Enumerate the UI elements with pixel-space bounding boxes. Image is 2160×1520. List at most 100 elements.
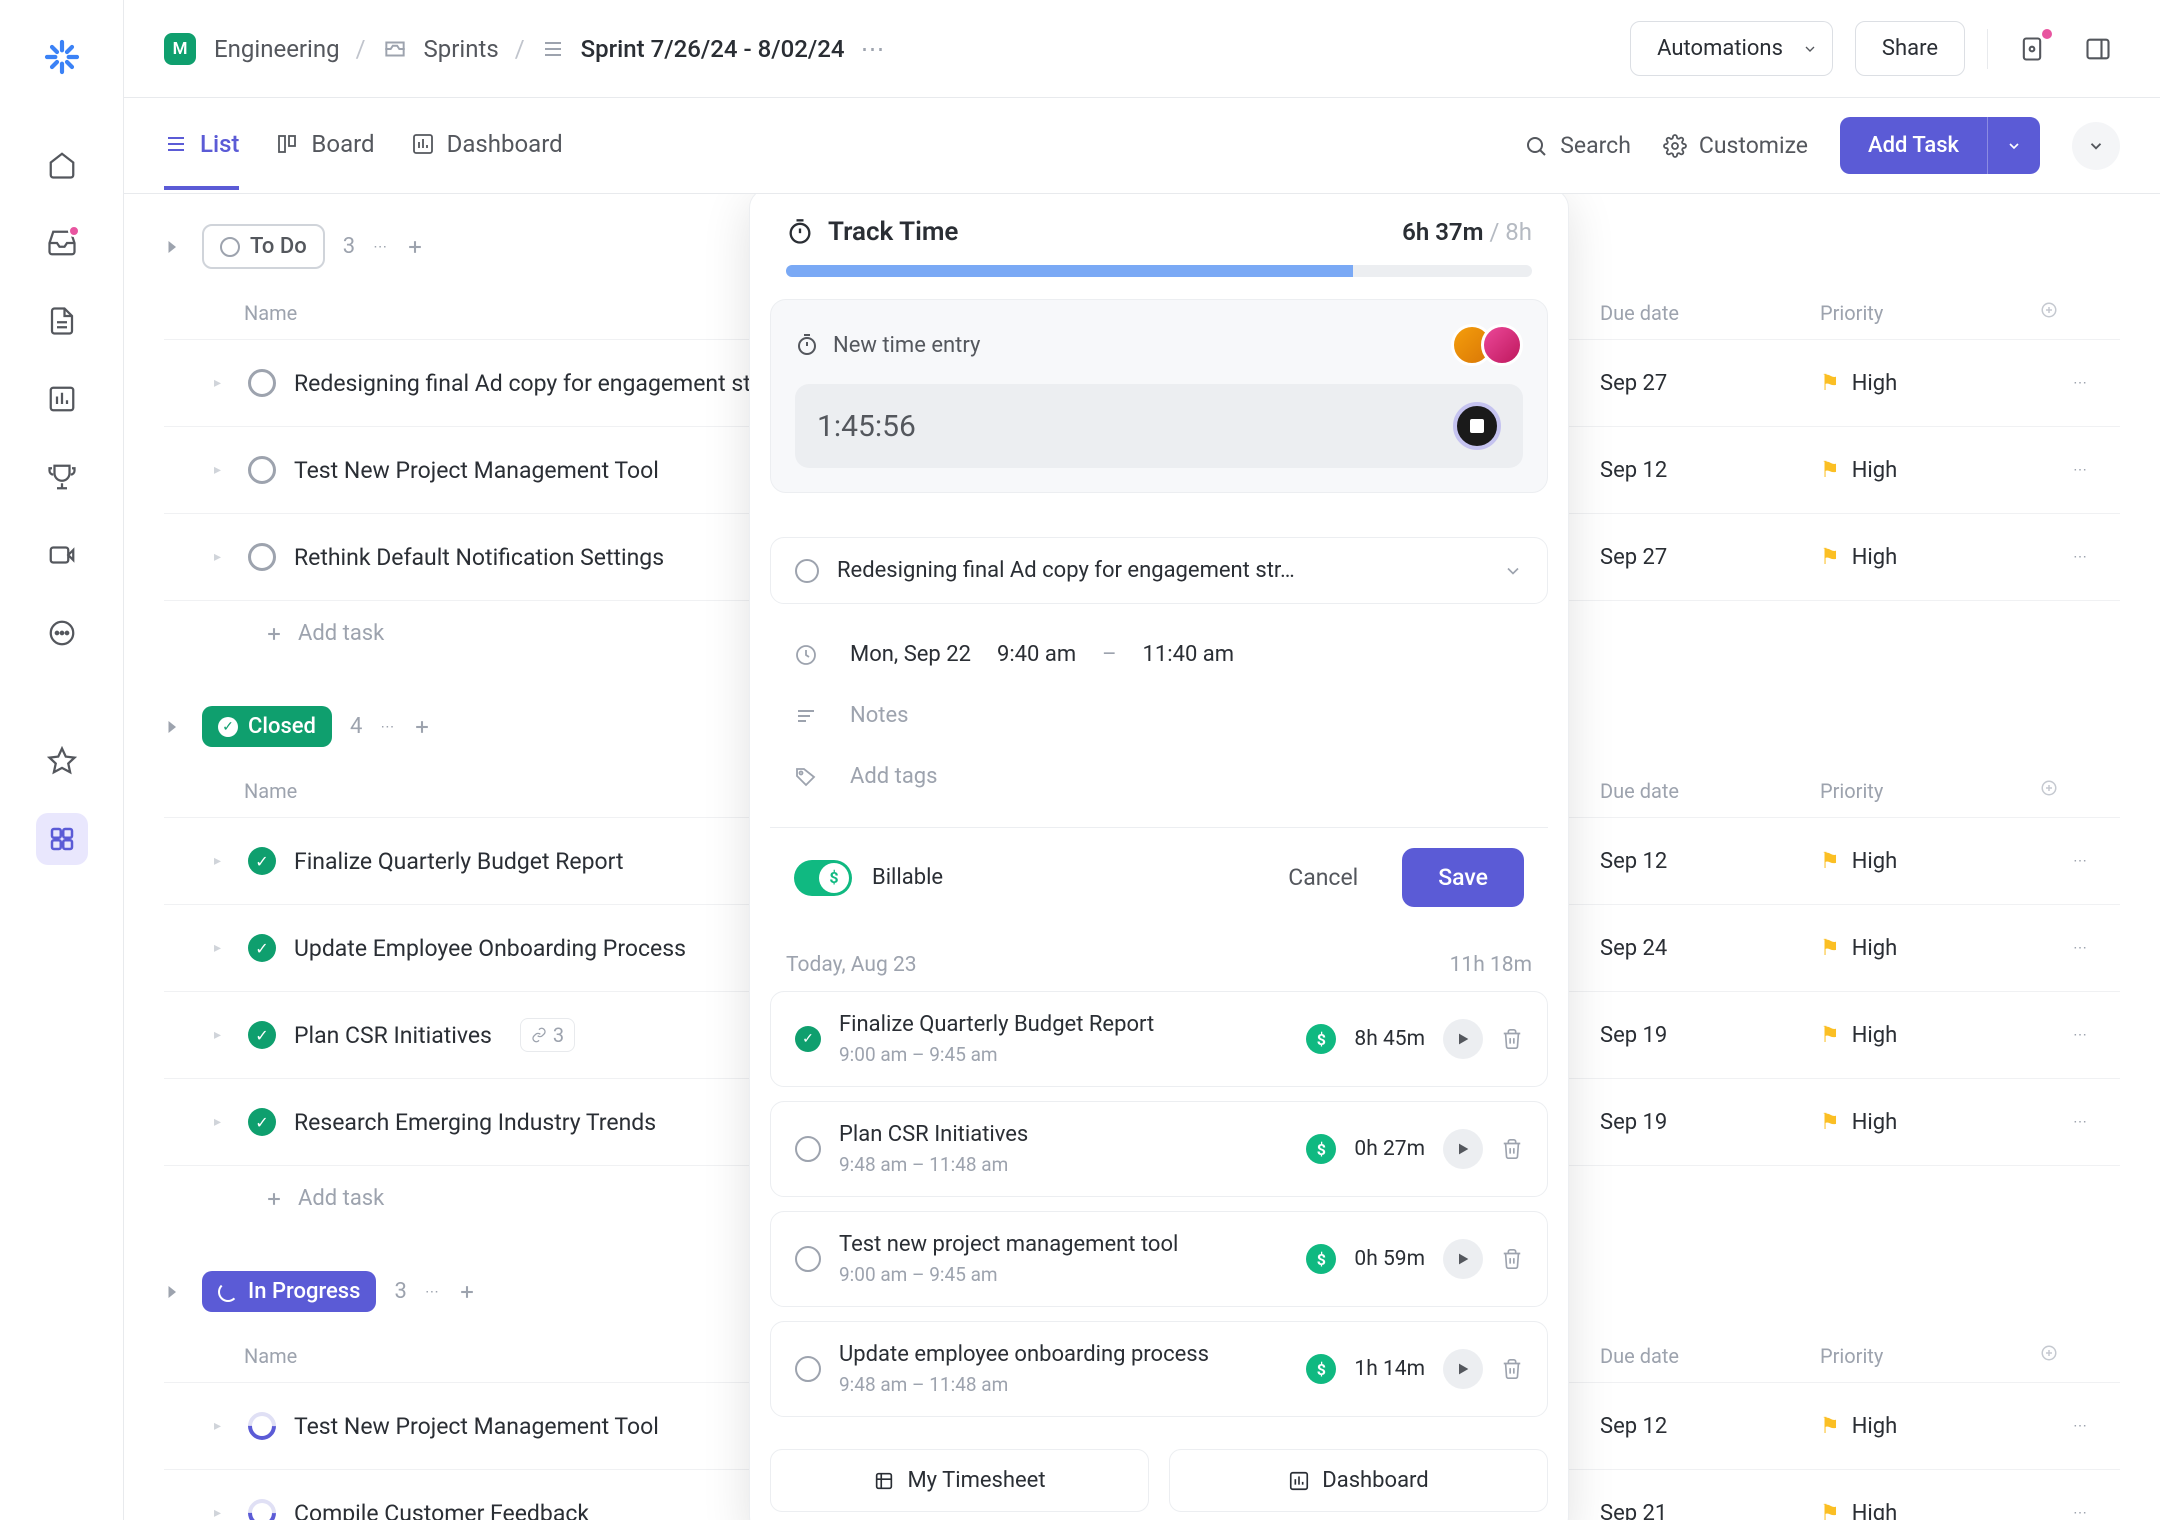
tags-field[interactable]: Add tags bbox=[794, 746, 1524, 807]
expand-icon[interactable]: ▸ bbox=[214, 1027, 230, 1043]
add-task-button[interactable]: Add Task bbox=[1840, 117, 1987, 174]
expand-icon[interactable]: ▸ bbox=[214, 375, 230, 391]
view-tab-list[interactable]: List bbox=[164, 102, 239, 190]
due-date[interactable]: Sep 19 bbox=[1600, 1110, 1820, 1135]
status-check-icon[interactable]: ✓ bbox=[248, 1021, 276, 1049]
delete-icon[interactable] bbox=[1501, 1358, 1523, 1380]
docs-icon[interactable] bbox=[36, 295, 88, 347]
dashboard-button[interactable]: Dashboard bbox=[1169, 1449, 1548, 1512]
due-date[interactable]: Sep 24 bbox=[1600, 936, 1820, 961]
stop-timer-button[interactable] bbox=[1453, 402, 1501, 450]
play-icon[interactable] bbox=[1443, 1349, 1483, 1389]
status-pill[interactable]: In Progress bbox=[202, 1271, 376, 1312]
time-entry[interactable]: Test new project management tool 9:00 am… bbox=[770, 1211, 1548, 1307]
view-tab-board[interactable]: Board bbox=[275, 102, 374, 190]
due-date[interactable]: Sep 27 bbox=[1600, 545, 1820, 570]
row-more-icon[interactable]: ⋯ bbox=[2040, 1418, 2120, 1434]
priority[interactable]: ⚑High bbox=[1820, 1110, 2040, 1135]
share-button[interactable]: Share bbox=[1855, 21, 1965, 76]
col-add[interactable] bbox=[2040, 1344, 2120, 1368]
status-ring-icon[interactable] bbox=[248, 456, 276, 484]
group-more-icon[interactable]: ⋯ bbox=[380, 719, 394, 735]
workspace-badge[interactable]: M bbox=[164, 33, 196, 65]
priority[interactable]: ⚑High bbox=[1820, 371, 2040, 396]
due-date[interactable]: Sep 12 bbox=[1600, 849, 1820, 874]
date-range-field[interactable]: Mon, Sep 22 9:40 am – 11:40 am bbox=[794, 624, 1524, 685]
priority[interactable]: ⚑High bbox=[1820, 545, 2040, 570]
cancel-button[interactable]: Cancel bbox=[1264, 850, 1382, 905]
status-check-icon[interactable]: ✓ bbox=[248, 1108, 276, 1136]
expand-icon[interactable]: ▸ bbox=[214, 462, 230, 478]
automations-dropdown[interactable] bbox=[1788, 21, 1833, 76]
delete-icon[interactable] bbox=[1501, 1138, 1523, 1160]
row-more-icon[interactable]: ⋯ bbox=[2040, 940, 2120, 956]
group-more-icon[interactable]: ⋯ bbox=[373, 239, 387, 255]
automations-button[interactable]: Automations bbox=[1630, 21, 1810, 76]
collapse-icon[interactable] bbox=[164, 718, 184, 736]
expand-icon[interactable]: ▸ bbox=[214, 940, 230, 956]
priority[interactable]: ⚑High bbox=[1820, 1414, 2040, 1439]
expand-icon[interactable]: ▸ bbox=[214, 549, 230, 565]
expand-icon[interactable]: ▸ bbox=[214, 1114, 230, 1130]
inbox-icon[interactable] bbox=[36, 217, 88, 269]
group-add-icon[interactable] bbox=[405, 237, 425, 257]
save-button[interactable]: Save bbox=[1402, 848, 1524, 907]
due-date[interactable]: Sep 19 bbox=[1600, 1023, 1820, 1048]
breadcrumb-list[interactable]: Sprint 7/26/24 - 8/02/24 bbox=[581, 35, 845, 63]
subtask-chip[interactable]: 3 bbox=[520, 1018, 575, 1052]
notes-field[interactable]: Notes bbox=[794, 685, 1524, 746]
group-add-icon[interactable] bbox=[412, 717, 432, 737]
play-icon[interactable] bbox=[1443, 1239, 1483, 1279]
panel-icon[interactable] bbox=[2076, 27, 2120, 71]
app-logo[interactable] bbox=[40, 35, 84, 79]
breadcrumb-more-icon[interactable]: ⋯ bbox=[861, 35, 885, 63]
status-check-icon[interactable]: ✓ bbox=[248, 934, 276, 962]
breadcrumb-workspace[interactable]: Engineering bbox=[214, 35, 340, 63]
time-entry[interactable]: Plan CSR Initiatives 9:48 am – 11:48 am … bbox=[770, 1101, 1548, 1197]
priority[interactable]: ⚑High bbox=[1820, 458, 2040, 483]
goals-icon[interactable] bbox=[36, 451, 88, 503]
delete-icon[interactable] bbox=[1501, 1028, 1523, 1050]
col-add[interactable] bbox=[2040, 301, 2120, 325]
time-entry[interactable]: Update employee onboarding process 9:48 … bbox=[770, 1321, 1548, 1417]
status-pill[interactable]: ✓Closed bbox=[202, 706, 332, 747]
billable-icon[interactable]: $ bbox=[1306, 1134, 1336, 1164]
row-more-icon[interactable]: ⋯ bbox=[2040, 1114, 2120, 1130]
notifications-icon[interactable] bbox=[2010, 27, 2054, 71]
status-progress-icon[interactable] bbox=[242, 1493, 282, 1520]
entry-avatars[interactable] bbox=[1451, 324, 1523, 366]
my-timesheet-button[interactable]: My Timesheet bbox=[770, 1449, 1149, 1512]
view-tab-dashboard[interactable]: Dashboard bbox=[411, 102, 563, 190]
row-more-icon[interactable]: ⋯ bbox=[2040, 549, 2120, 565]
due-date[interactable]: Sep 12 bbox=[1600, 1414, 1820, 1439]
delete-icon[interactable] bbox=[1501, 1248, 1523, 1270]
favorites-icon[interactable] bbox=[36, 735, 88, 787]
breadcrumb-folder[interactable]: Sprints bbox=[424, 35, 499, 63]
priority[interactable]: ⚑High bbox=[1820, 936, 2040, 961]
priority[interactable]: ⚑High bbox=[1820, 1501, 2040, 1520]
expand-icon[interactable]: ▸ bbox=[214, 1418, 230, 1434]
customize-button[interactable]: Customize bbox=[1663, 132, 1808, 159]
status-ring-icon[interactable] bbox=[248, 369, 276, 397]
add-task-dropdown[interactable] bbox=[1987, 117, 2040, 174]
row-more-icon[interactable]: ⋯ bbox=[2040, 375, 2120, 391]
col-add[interactable] bbox=[2040, 779, 2120, 803]
group-more-icon[interactable]: ⋯ bbox=[425, 1284, 439, 1300]
row-more-icon[interactable]: ⋯ bbox=[2040, 853, 2120, 869]
home-icon[interactable] bbox=[36, 139, 88, 191]
play-icon[interactable] bbox=[1443, 1129, 1483, 1169]
due-date[interactable]: Sep 27 bbox=[1600, 371, 1820, 396]
play-icon[interactable] bbox=[1443, 1019, 1483, 1059]
due-date[interactable]: Sep 12 bbox=[1600, 458, 1820, 483]
task-selector[interactable]: Redesigning final Ad copy for engagement… bbox=[770, 537, 1548, 604]
status-ring-icon[interactable] bbox=[248, 543, 276, 571]
expand-icon[interactable]: ▸ bbox=[214, 853, 230, 869]
priority[interactable]: ⚑High bbox=[1820, 849, 2040, 874]
billable-icon[interactable]: $ bbox=[1306, 1244, 1336, 1274]
expand-icon[interactable]: ▸ bbox=[214, 1505, 230, 1520]
due-date[interactable]: Sep 21 bbox=[1600, 1501, 1820, 1520]
group-add-icon[interactable] bbox=[457, 1282, 477, 1302]
row-more-icon[interactable]: ⋯ bbox=[2040, 1505, 2120, 1520]
search-button[interactable]: Search bbox=[1524, 132, 1631, 159]
row-more-icon[interactable]: ⋯ bbox=[2040, 1027, 2120, 1043]
